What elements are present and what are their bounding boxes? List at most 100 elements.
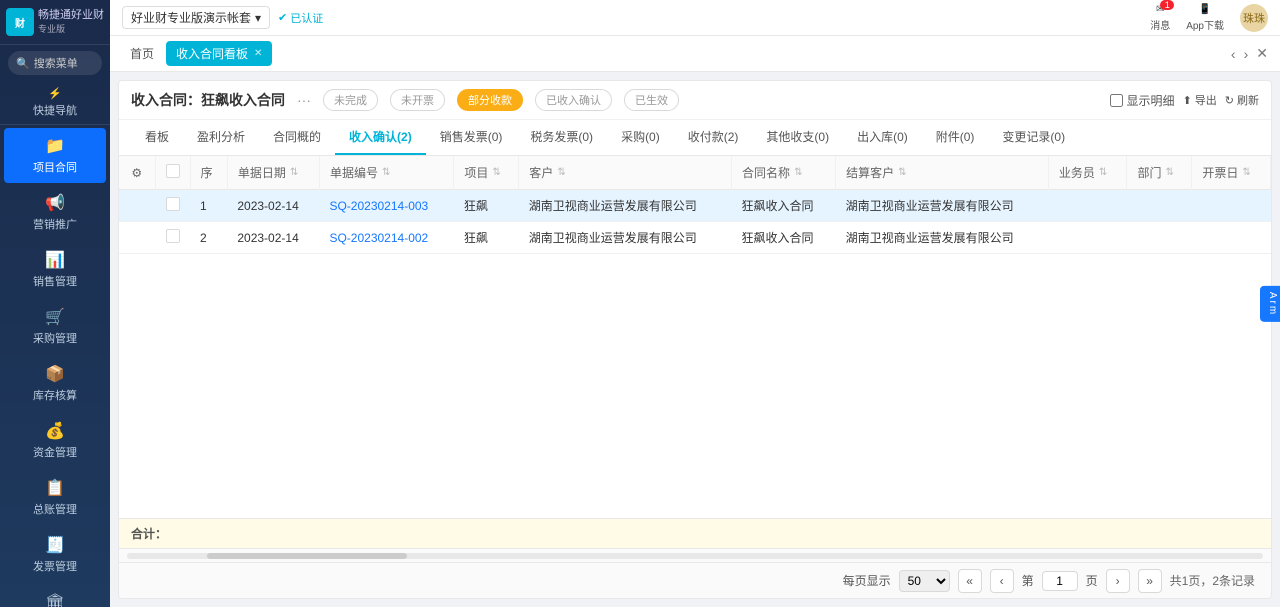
status-incomplete[interactable]: 未完成 [323, 89, 378, 111]
certified-badge: ✔ 已认证 [278, 10, 323, 26]
next-page-button[interactable]: › [1106, 569, 1130, 593]
tab-close-all-icon[interactable]: ✕ [1256, 45, 1268, 62]
status-confirmed[interactable]: 已收入确认 [535, 89, 612, 111]
sidebar-item-invoice[interactable]: 🧾 发票管理 [4, 527, 106, 582]
subtab-sales-invoice[interactable]: 销售发票(0) [426, 120, 517, 155]
invoice-date-column-header[interactable]: 开票日 ⇅ [1192, 156, 1271, 190]
salesperson-sort-icon[interactable]: ⇅ [1099, 167, 1107, 178]
subtab-other-income[interactable]: 其他收支(0) [752, 120, 843, 155]
final-customer-sort-icon[interactable]: ⇅ [898, 167, 906, 178]
row-checkbox-cell[interactable] [155, 190, 190, 222]
message-label: 消息 [1150, 17, 1170, 32]
refresh-button[interactable]: ↻ 刷新 [1225, 92, 1259, 108]
check-icon: ✔ [278, 11, 287, 24]
contract-name-column-header[interactable]: 合同名称 ⇅ [732, 156, 836, 190]
company-selector[interactable]: 好业财专业版演示帐套 ▾ [122, 6, 270, 29]
sidebar-item-marketing[interactable]: 📢 营销推广 [4, 185, 106, 240]
subtab-payment[interactable]: 收付款(2) [674, 120, 753, 155]
subtab-overview[interactable]: 合同概的 [259, 120, 335, 155]
tab-home[interactable]: 首页 [122, 45, 162, 62]
subtab-board[interactable]: 看板 [131, 120, 183, 155]
checkbox-column-header[interactable] [155, 156, 190, 190]
download-icon: 📱 [1199, 4, 1211, 15]
subtab-tax-invoice[interactable]: 税务发票(0) [516, 120, 607, 155]
row-final-customer: 湖南卫视商业运营发展有限公司 [836, 190, 1049, 222]
row-order-no[interactable]: SQ-20230214-002 [319, 222, 453, 254]
tab-next-icon[interactable]: › [1244, 46, 1249, 62]
scroll-track[interactable] [127, 553, 1263, 559]
first-page-button[interactable]: « [958, 569, 982, 593]
row-checkbox[interactable] [166, 197, 180, 211]
sidebar-item-inventory[interactable]: 📦 库存核算 [4, 356, 106, 411]
sidebar-item-project-contract[interactable]: 📁 项目合同 [4, 128, 106, 183]
subtab-revenue-confirm[interactable]: 收入确认(2) [335, 120, 426, 155]
sidebar-item-purchase[interactable]: 🛒 采购管理 [4, 299, 106, 354]
subtab-purchase[interactable]: 采购(0) [607, 120, 674, 155]
subtab-warehouse[interactable]: 出入库(0) [843, 120, 922, 155]
show-detail-toggle[interactable]: 显示明细 [1110, 92, 1175, 109]
scroll-thumb[interactable] [207, 553, 407, 559]
sidebar-item-tax[interactable]: 🏛 税务管理 [4, 584, 106, 607]
page-input[interactable] [1042, 571, 1078, 591]
select-all-checkbox[interactable] [166, 164, 180, 178]
app-download-button[interactable]: 📱 App下载 [1186, 4, 1224, 32]
subtab-change-log[interactable]: 变更记录(0) [988, 120, 1079, 155]
tab-prev-icon[interactable]: ‹ [1231, 46, 1236, 62]
salesperson-column-header[interactable]: 业务员 ⇅ [1048, 156, 1127, 190]
final-customer-column-header[interactable]: 结算客户 ⇅ [836, 156, 1049, 190]
table-row[interactable]: 1 2023-02-14 SQ-20230214-003 狂飙 湖南卫视商业运营… [119, 190, 1271, 222]
date-column-header[interactable]: 单据日期 ⇅ [227, 156, 319, 190]
order-no-link[interactable]: SQ-20230214-003 [329, 199, 428, 213]
status-partial[interactable]: 部分收款 [457, 89, 523, 111]
row-invoice-date [1192, 190, 1271, 222]
subtab-profit[interactable]: 盈利分析 [183, 120, 259, 155]
order-no-sort-icon[interactable]: ⇅ [382, 167, 390, 178]
department-column-header[interactable]: 部门 ⇅ [1127, 156, 1192, 190]
settings-icon[interactable]: ⚙ [131, 166, 142, 180]
export-button[interactable]: ⬆ 导出 [1183, 92, 1217, 108]
prev-page-button[interactable]: ‹ [990, 569, 1014, 593]
show-detail-checkbox[interactable] [1110, 94, 1123, 107]
sidebar-item-funds[interactable]: 💰 资金管理 [4, 413, 106, 468]
row-department [1127, 222, 1192, 254]
search-menu[interactable]: 🔍 搜索菜单 [8, 51, 102, 75]
search-label: 搜索菜单 [34, 55, 78, 71]
right-edge-panel[interactable]: Arm [1260, 285, 1280, 321]
sidebar-item-ledger[interactable]: 📋 总账管理 [4, 470, 106, 525]
per-page-select[interactable]: 50 100 200 [899, 570, 950, 592]
row-order-no[interactable]: SQ-20230214-003 [319, 190, 453, 222]
inventory-icon: 📦 [45, 364, 65, 384]
subtab-attachments[interactable]: 附件(0) [922, 120, 989, 155]
last-page-button[interactable]: » [1138, 569, 1162, 593]
order-no-link[interactable]: SQ-20230214-002 [329, 231, 428, 245]
row-contract-name: 狂飙收入合同 [732, 222, 836, 254]
tab-close-icon[interactable]: ✕ [254, 48, 262, 59]
contract-prefix: 收入合同： [131, 92, 201, 108]
project-column-header[interactable]: 项目 ⇅ [454, 156, 519, 190]
row-checkbox-cell[interactable] [155, 222, 190, 254]
department-sort-icon[interactable]: ⇅ [1165, 167, 1173, 178]
message-button[interactable]: ✉ 消息 1 [1150, 4, 1170, 32]
horizontal-scrollbar[interactable] [119, 548, 1271, 562]
row-date: 2023-02-14 [227, 222, 319, 254]
settings-column-header[interactable]: ⚙ [119, 156, 155, 190]
sidebar-item-sales[interactable]: 📊 销售管理 [4, 242, 106, 297]
contract-name: 狂飙收入合同 [201, 92, 285, 108]
project-sort-icon[interactable]: ⇅ [492, 167, 500, 178]
contract-name-sort-icon[interactable]: ⇅ [794, 167, 802, 178]
invoice-date-sort-icon[interactable]: ⇅ [1242, 167, 1250, 178]
tax-icon: 🏛 [45, 592, 65, 607]
customer-column-header[interactable]: 客户 ⇅ [519, 156, 732, 190]
status-uninvoiced[interactable]: 未开票 [390, 89, 445, 111]
quick-nav[interactable]: ⚡ 快捷导航 [0, 81, 110, 125]
user-avatar[interactable]: 珠珠 [1240, 4, 1268, 32]
order-no-column-header[interactable]: 单据编号 ⇅ [319, 156, 453, 190]
date-sort-icon[interactable]: ⇅ [290, 167, 298, 178]
table-row[interactable]: 2 2023-02-14 SQ-20230214-002 狂飙 湖南卫视商业运营… [119, 222, 1271, 254]
row-num: 1 [190, 190, 227, 222]
customer-sort-icon[interactable]: ⇅ [557, 167, 565, 178]
more-options-icon[interactable]: ··· [297, 92, 311, 108]
row-checkbox[interactable] [166, 229, 180, 243]
tab-contract-board[interactable]: 收入合同看板 ✕ [166, 41, 272, 66]
status-active[interactable]: 已生效 [624, 89, 679, 111]
